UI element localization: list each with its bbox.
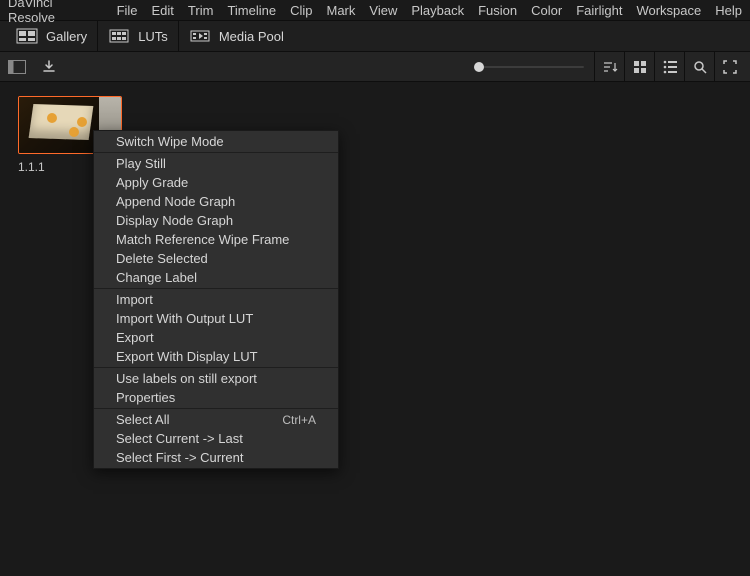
- menu-clip[interactable]: Clip: [290, 3, 312, 18]
- tool-gallery[interactable]: Gallery: [6, 21, 98, 51]
- context-menu-item-label: Apply Grade: [116, 175, 188, 190]
- context-menu-item[interactable]: Select All Ctrl+A: [94, 410, 338, 429]
- menu-fairlight[interactable]: Fairlight: [576, 3, 622, 18]
- context-menu-item[interactable]: Select Current -> Last: [94, 429, 338, 448]
- menu-fusion[interactable]: Fusion: [478, 3, 517, 18]
- context-menu-item-label: Select First -> Current: [116, 450, 244, 465]
- context-menu-item[interactable]: Display Node Graph: [94, 211, 338, 230]
- search-icon[interactable]: [684, 52, 714, 82]
- tool-gallery-label: Gallery: [46, 29, 87, 44]
- context-menu-item-label: Match Reference Wipe Frame: [116, 232, 289, 247]
- secondary-toolbar: [0, 52, 750, 82]
- menu-help[interactable]: Help: [715, 3, 742, 18]
- context-menu-item[interactable]: Append Node Graph: [94, 192, 338, 211]
- context-menu-item-label: Change Label: [116, 270, 197, 285]
- context-menu-item[interactable]: Import: [94, 290, 338, 309]
- list-view-icon[interactable]: [654, 52, 684, 82]
- context-menu-item-label: Select Current -> Last: [116, 431, 243, 446]
- context-menu-item[interactable]: Delete Selected: [94, 249, 338, 268]
- menubar: DaVinci Resolve File Edit Trim Timeline …: [0, 0, 750, 20]
- tool-luts-label: LUTs: [138, 29, 168, 44]
- panel-toggle-icon[interactable]: [6, 58, 28, 76]
- context-menu-item-label: Export: [116, 330, 154, 345]
- import-icon[interactable]: [38, 58, 60, 76]
- still-label: 1.1.1: [18, 160, 45, 174]
- context-menu: Switch Wipe Mode Play Still Apply Grade App…: [93, 130, 339, 469]
- tool-media-pool-label: Media Pool: [219, 29, 284, 44]
- context-menu-item[interactable]: Properties: [94, 388, 338, 407]
- context-menu-separator: [94, 408, 338, 409]
- menu-edit[interactable]: Edit: [152, 3, 174, 18]
- context-menu-item[interactable]: Change Label: [94, 268, 338, 287]
- context-menu-item-label: Delete Selected: [116, 251, 208, 266]
- context-menu-item-label: Display Node Graph: [116, 213, 233, 228]
- fullscreen-icon[interactable]: [714, 52, 744, 82]
- context-menu-item-label: Use labels on still export: [116, 371, 257, 386]
- luts-icon: [108, 27, 130, 45]
- context-menu-item[interactable]: Switch Wipe Mode: [94, 132, 338, 151]
- menu-timeline[interactable]: Timeline: [227, 3, 276, 18]
- context-menu-item-label: Export With Display LUT: [116, 349, 258, 364]
- context-menu-separator: [94, 367, 338, 368]
- grid-view-icon[interactable]: [624, 52, 654, 82]
- context-menu-separator: [94, 152, 338, 153]
- context-menu-item[interactable]: Import With Output LUT: [94, 309, 338, 328]
- context-menu-item[interactable]: Use labels on still export: [94, 369, 338, 388]
- tool-media-pool[interactable]: Media Pool: [179, 21, 294, 51]
- context-menu-item-label: Import: [116, 292, 153, 307]
- menu-trim[interactable]: Trim: [188, 3, 214, 18]
- menu-file[interactable]: File: [117, 3, 138, 18]
- toolbar: Gallery LUTs Media Pool: [0, 20, 750, 52]
- tool-luts[interactable]: LUTs: [98, 21, 179, 51]
- context-menu-item-label: Import With Output LUT: [116, 311, 253, 326]
- context-menu-item[interactable]: Apply Grade: [94, 173, 338, 192]
- context-menu-item-shortcut: Ctrl+A: [282, 413, 316, 427]
- context-menu-item-label: Append Node Graph: [116, 194, 235, 209]
- menu-workspace[interactable]: Workspace: [636, 3, 701, 18]
- context-menu-item-label: Switch Wipe Mode: [116, 134, 224, 149]
- sort-icon[interactable]: [594, 52, 624, 82]
- context-menu-item-label: Select All: [116, 412, 169, 427]
- context-menu-item[interactable]: Export With Display LUT: [94, 347, 338, 366]
- gallery-content: 1.1.1 Switch Wipe Mode Play Still Apply Gr…: [0, 82, 750, 576]
- menu-mark[interactable]: Mark: [327, 3, 356, 18]
- menu-playback[interactable]: Playback: [411, 3, 464, 18]
- menu-color[interactable]: Color: [531, 3, 562, 18]
- context-menu-item-label: Properties: [116, 390, 175, 405]
- context-menu-item[interactable]: Select First -> Current: [94, 448, 338, 467]
- media-pool-icon: [189, 27, 211, 45]
- menu-view[interactable]: View: [369, 3, 397, 18]
- zoom-slider[interactable]: [474, 60, 584, 74]
- context-menu-item[interactable]: Play Still: [94, 154, 338, 173]
- gallery-icon: [16, 27, 38, 45]
- context-menu-separator: [94, 288, 338, 289]
- context-menu-item[interactable]: Match Reference Wipe Frame: [94, 230, 338, 249]
- context-menu-item-label: Play Still: [116, 156, 166, 171]
- context-menu-item[interactable]: Export: [94, 328, 338, 347]
